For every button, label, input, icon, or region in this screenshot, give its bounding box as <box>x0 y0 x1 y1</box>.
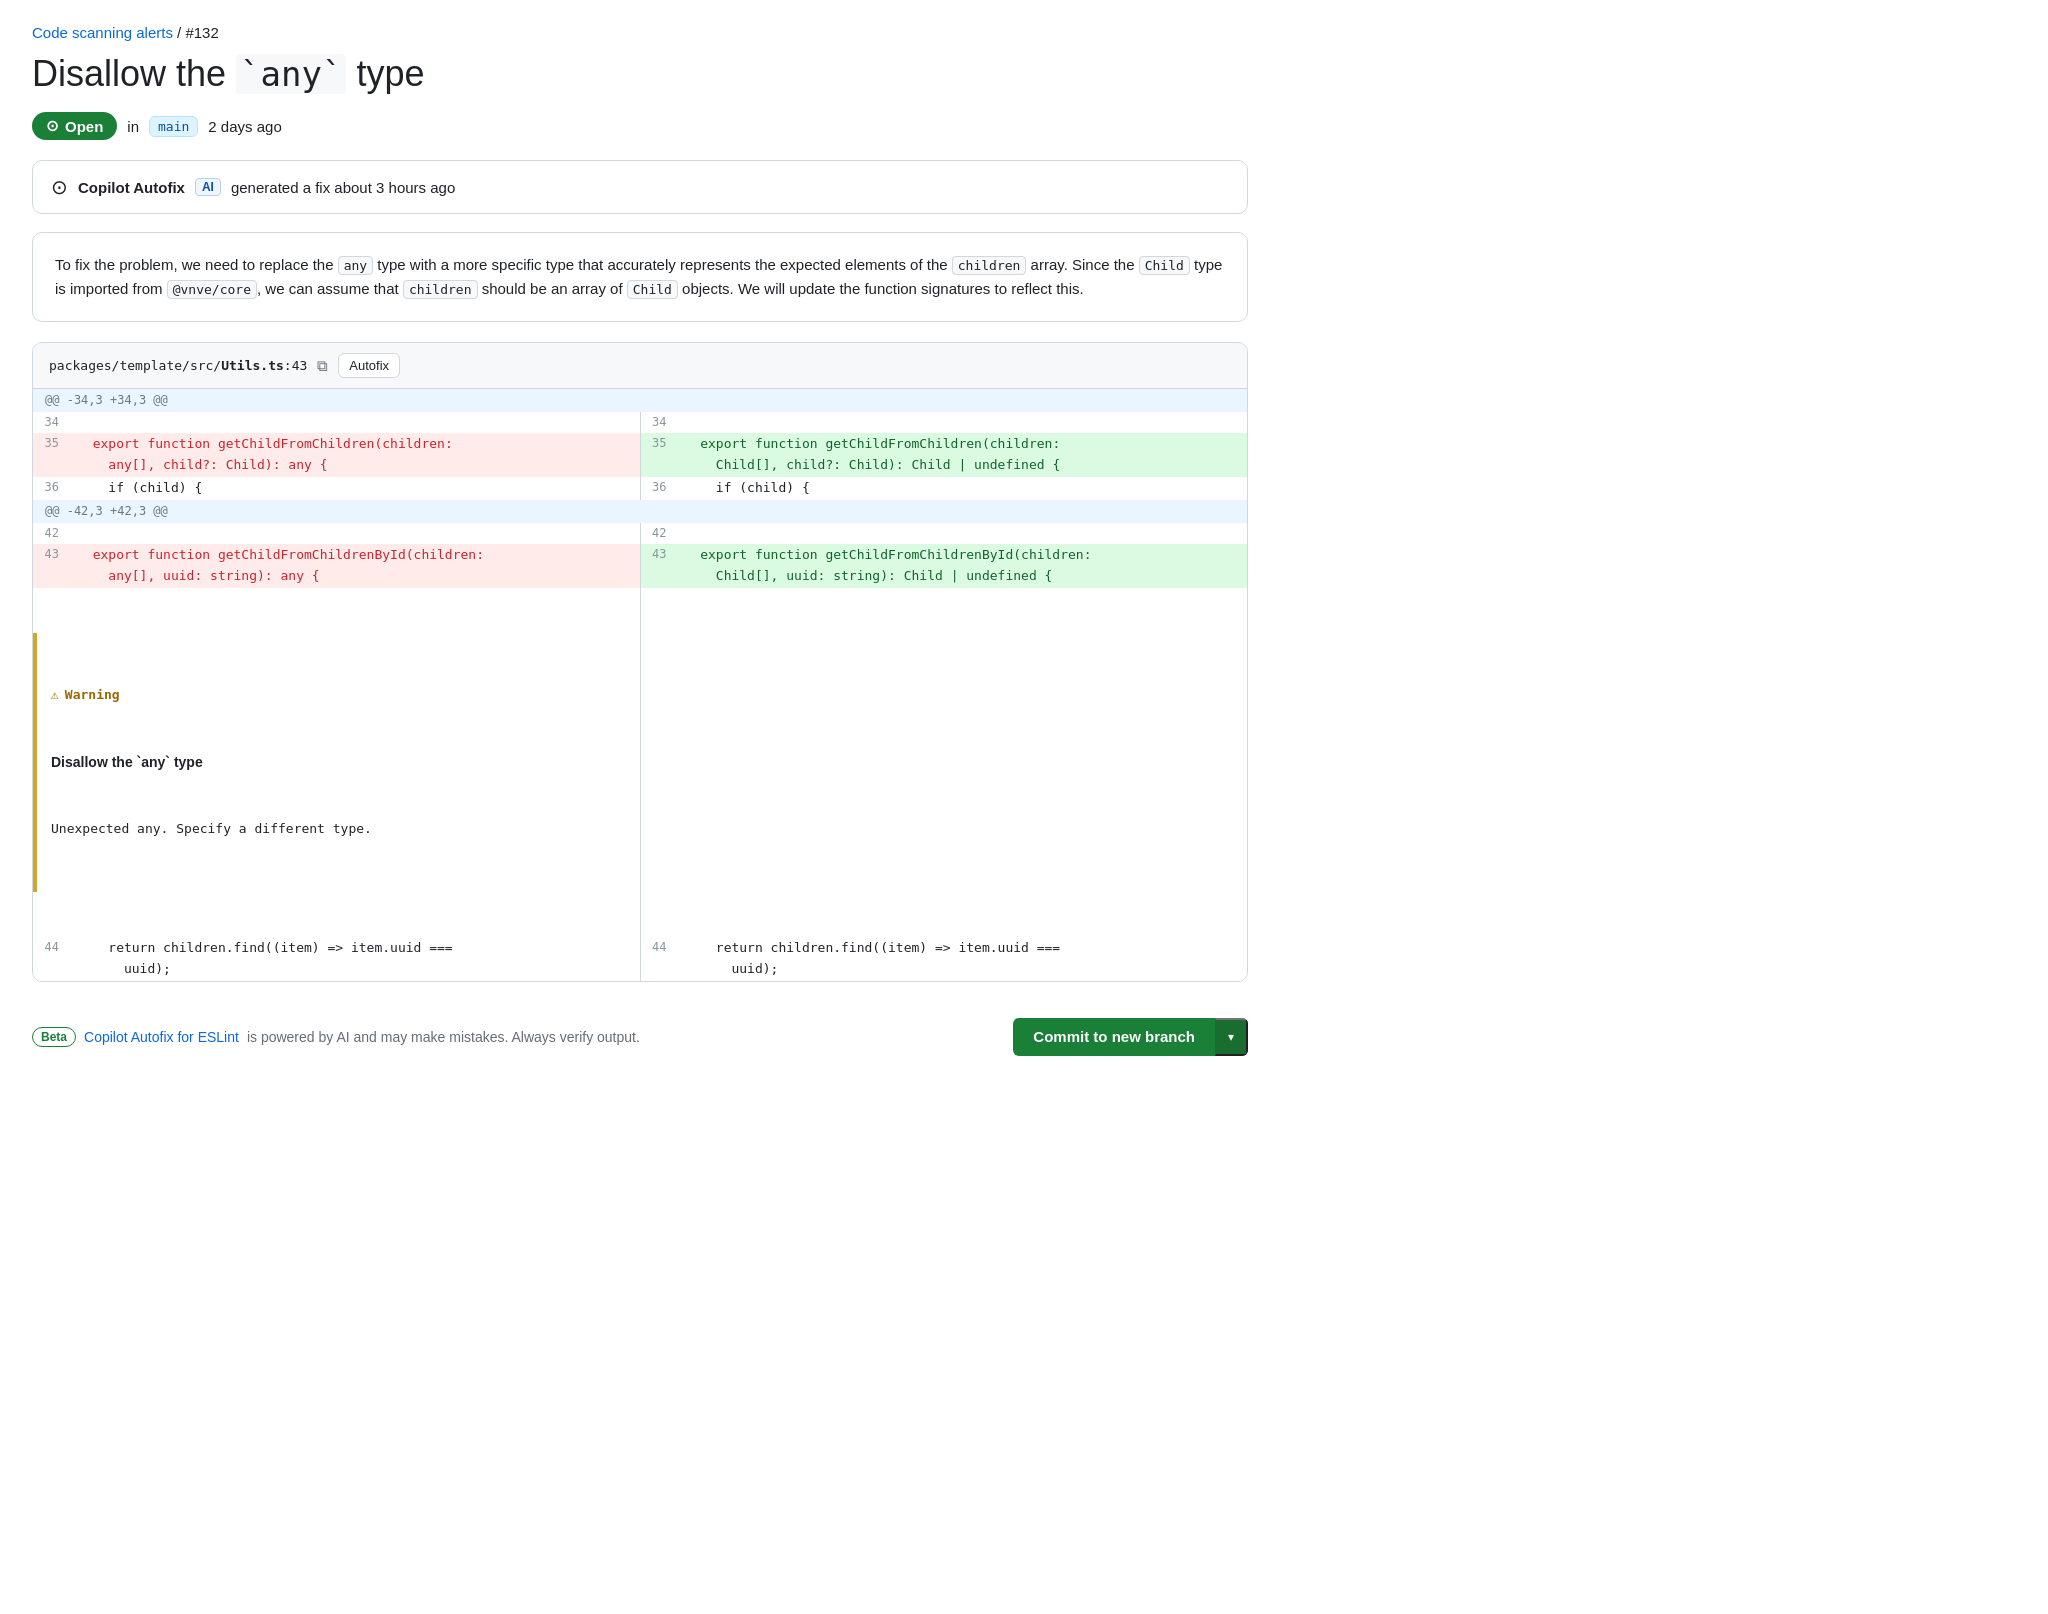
breadcrumb-link[interactable]: Code scanning alerts <box>32 24 173 41</box>
table-row: 35 export function getChildFromChildren(… <box>33 433 1247 477</box>
warning-heading: Disallow the `any` type <box>51 751 626 773</box>
footer-disclaimer: is powered by AI and may make mistakes. … <box>247 1029 640 1045</box>
table-row: 43 export function getChildFromChildrenB… <box>33 544 1247 588</box>
footer-left: Beta Copilot Autofix for ESLint is power… <box>32 1027 640 1047</box>
shield-icon: ⊙ <box>46 117 59 135</box>
status-time: 2 days ago <box>208 118 281 135</box>
table-row: 44 return children.find((item) => item.u… <box>33 937 1247 981</box>
diff-table: @@ -34,3 +34,3 @@ 34 34 35 export functi… <box>33 389 1247 981</box>
commit-btn-group: Commit to new branch ▾ <box>1013 1018 1248 1056</box>
diff-header: packages/template/src/Utils.ts:43 ⧉ Auto… <box>33 343 1247 389</box>
diff-container: packages/template/src/Utils.ts:43 ⧉ Auto… <box>32 342 1248 982</box>
table-row: 42 42 <box>33 523 1247 544</box>
warning-icon: ⚠️ <box>51 685 59 706</box>
diff-context-row: @@ -34,3 +34,3 @@ <box>33 389 1247 412</box>
commit-to-new-branch-button[interactable]: Commit to new branch <box>1013 1018 1215 1056</box>
status-prefix: in <box>127 118 139 135</box>
autofix-action: generated a fix about 3 hours ago <box>231 179 455 196</box>
beta-badge: Beta <box>32 1027 76 1047</box>
footer-bar: Beta Copilot Autofix for ESLint is power… <box>32 1006 1248 1056</box>
warning-box: ⚠️ Warning Disallow the `any` type Unexp… <box>33 633 640 891</box>
diff-filename: packages/template/src/Utils.ts:43 <box>49 358 307 373</box>
branch-tag: main <box>149 116 198 137</box>
filename-prefix: packages/template/src/ <box>49 358 221 373</box>
autofix-button[interactable]: Autofix <box>338 353 400 378</box>
copilot-icon: ⊙ <box>51 175 68 199</box>
breadcrumb-issue: #132 <box>185 24 218 41</box>
warning-desc: Unexpected any. Specify a different type… <box>51 819 626 840</box>
table-row: 36 if (child) { 36 if (child) { <box>33 477 1247 500</box>
table-row: 34 34 <box>33 412 1247 433</box>
ai-badge: AI <box>195 178 221 196</box>
warning-row: ⚠️ Warning Disallow the `any` type Unexp… <box>33 588 1247 938</box>
autofix-actor: Copilot Autofix <box>78 179 185 196</box>
status-row: ⊙ Open in main 2 days ago <box>32 112 1248 140</box>
description-text: To fix the problem, we need to replace t… <box>55 253 1225 301</box>
breadcrumb: Code scanning alerts / #132 <box>32 24 1248 41</box>
filename-bold: Utils.ts <box>221 358 284 373</box>
copilot-autofix-link[interactable]: Copilot Autofix for ESLint <box>84 1029 239 1045</box>
commit-dropdown-arrow-button[interactable]: ▾ <box>1215 1018 1248 1056</box>
autofix-banner: ⊙ Copilot Autofix AI generated a fix abo… <box>32 160 1248 214</box>
description-box: To fix the problem, we need to replace t… <box>32 232 1248 322</box>
copy-icon[interactable]: ⧉ <box>317 357 328 375</box>
warning-title: ⚠️ Warning <box>51 685 626 706</box>
diff-context-row: @@ -42,3 +42,3 @@ <box>33 500 1247 523</box>
page-title: Disallow the `any` type <box>32 51 1248 96</box>
status-badge: ⊙ Open <box>32 112 117 140</box>
